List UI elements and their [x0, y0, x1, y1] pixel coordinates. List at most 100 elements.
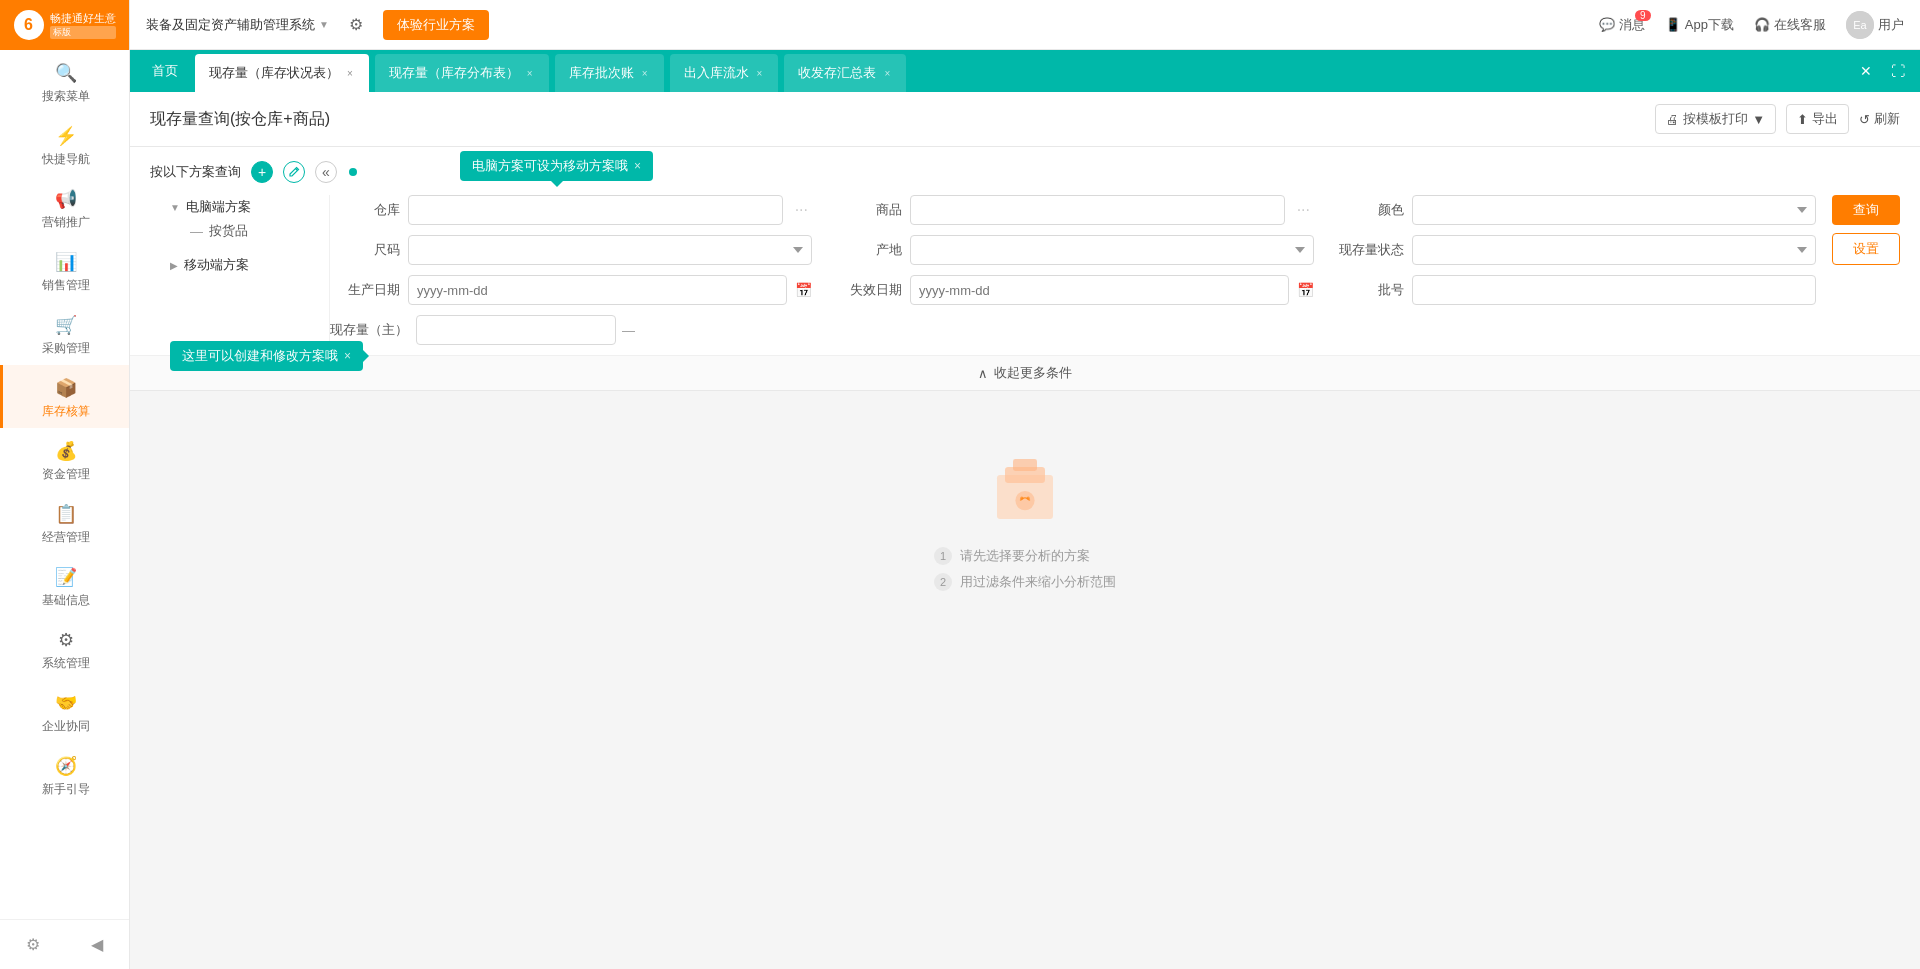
scheme-tooltip-close[interactable]: × [634, 159, 641, 173]
tab-label: 现存量（库存分布表） [389, 64, 519, 82]
sidebar-item-quick[interactable]: ⚡ 快捷导航 [0, 113, 129, 176]
system-dropdown-arrow: ▼ [319, 19, 329, 30]
system-title[interactable]: 装备及固定资产辅助管理系统 ▼ [146, 16, 329, 34]
app-download-btn[interactable]: 📱 App下载 [1665, 16, 1734, 34]
export-label: 导出 [1812, 110, 1838, 128]
system-settings-btn[interactable]: ⚙ [341, 10, 371, 40]
logo-icon: 6 [14, 10, 44, 40]
user-menu-btn[interactable]: Ea 用户 [1846, 11, 1904, 39]
refresh-btn[interactable]: ↺ 刷新 [1859, 110, 1900, 128]
online-service-label: 在线客服 [1774, 16, 1826, 34]
sidebar-item-system[interactable]: ⚙ 系统管理 [0, 617, 129, 680]
svg-rect-4 [1013, 459, 1037, 471]
edit-tooltip-close[interactable]: × [344, 349, 351, 363]
desktop-sub-item[interactable]: — 按货品 [190, 219, 319, 243]
search-btn[interactable]: 查询 [1832, 195, 1900, 225]
sidebar-item-operations[interactable]: 📋 经营管理 [0, 491, 129, 554]
warehouse-input[interactable] [408, 195, 783, 225]
size-select[interactable] [408, 235, 812, 265]
online-service-btn[interactable]: 🎧 在线客服 [1754, 16, 1826, 34]
sidebar-nav: 🔍 搜索菜单 ⚡ 快捷导航 📢 营销推广 📊 销售管理 🛒 采购管理 📦 库存核… [0, 50, 129, 919]
empty-tips: 1 请先选择要分析的方案 2 用过滤条件来缩小分析范围 [934, 547, 1116, 591]
sidebar-item-finance[interactable]: 💰 资金管理 [0, 428, 129, 491]
mfg-date-input[interactable] [408, 275, 787, 305]
sidebar-item-marketing[interactable]: 📢 营销推广 [0, 176, 129, 239]
tab-bar-right: ✕ ⛶ [1852, 50, 1912, 92]
filter-label: 按以下方案查询 [150, 163, 241, 181]
filter-expire-date: 失效日期 📅 [832, 275, 1314, 305]
inventory-icon: 📦 [55, 377, 77, 399]
print-icon: 🖨 [1666, 112, 1679, 127]
message-badge: 9 [1635, 10, 1651, 21]
tab-close-btn[interactable]: × [640, 68, 650, 79]
tab-close-btn[interactable]: × [525, 68, 535, 79]
tab-home[interactable]: 首页 [138, 50, 192, 92]
tab-batch[interactable]: 库存批次账 × [555, 54, 664, 92]
sidebar-item-label: 新手引导 [42, 781, 90, 798]
system-icon: ⚙ [58, 629, 74, 651]
sidebar-item-label: 资金管理 [42, 466, 90, 483]
filter-goods: 商品 ··· [832, 195, 1314, 225]
sidebar-item-guide[interactable]: 🧭 新手引导 [0, 743, 129, 806]
collapse-more-btn[interactable]: ∧ 收起更多条件 [130, 355, 1920, 390]
tab-close-btn[interactable]: × [882, 68, 892, 79]
filter-with-scheme: ▼ 电脑端方案 — 按货品 [150, 195, 1900, 345]
collapse-arrow: ∧ [978, 366, 988, 381]
warehouse-dots[interactable]: ··· [791, 201, 812, 219]
edit-scheme-btn[interactable] [283, 161, 305, 183]
tab-close-btn[interactable]: × [755, 68, 765, 79]
filter-batch: 批号 [1334, 275, 1816, 305]
mfg-date-calendar-icon[interactable]: 📅 [795, 282, 812, 298]
experience-btn[interactable]: 体验行业方案 [383, 10, 489, 40]
maximize-btn[interactable]: ⛶ [1884, 57, 1912, 85]
print-btn[interactable]: 🖨 按模板打印 ▼ [1655, 104, 1776, 134]
expire-date-calendar-icon[interactable]: 📅 [1297, 282, 1314, 298]
sidebar-item-enterprise[interactable]: 🤝 企业协同 [0, 680, 129, 743]
messages-btn[interactable]: 💬 消息 9 [1599, 16, 1645, 34]
mobile-scheme-item[interactable]: ▶ 移动端方案 [170, 253, 319, 277]
filter-top-row: 按以下方案查询 + « [150, 161, 1900, 183]
export-btn[interactable]: ⬆ 导出 [1786, 104, 1849, 134]
tab-inventory-dist[interactable]: 现存量（库存分布表） × [375, 54, 549, 92]
page-title: 现存量查询(按仓库+商品) [150, 109, 330, 142]
main-area: 装备及固定资产辅助管理系统 ▼ ⚙ 体验行业方案 💬 消息 9 📱 App下载 … [130, 0, 1920, 969]
sidebar-item-label: 搜索菜单 [42, 88, 90, 105]
reset-btn[interactable]: 设置 [1832, 233, 1900, 265]
batch-input[interactable] [1412, 275, 1816, 305]
sidebar-item-purchase[interactable]: 🛒 采购管理 [0, 302, 129, 365]
tip-num-1: 1 [934, 547, 952, 565]
origin-select[interactable] [910, 235, 1314, 265]
tab-label: 收发存汇总表 [798, 64, 876, 82]
color-select[interactable] [1412, 195, 1816, 225]
tab-inout-flow[interactable]: 出入库流水 × [670, 54, 779, 92]
stock-status-select[interactable] [1412, 235, 1816, 265]
mfg-date-label: 生产日期 [330, 281, 400, 299]
filter-row-1: 仓库 ··· 商品 ··· [330, 195, 1816, 225]
sidebar-item-sales[interactable]: 📊 销售管理 [0, 239, 129, 302]
goods-input[interactable] [910, 195, 1285, 225]
tab-bar: 首页 现存量（库存状况表） × 现存量（库存分布表） × 库存批次账 × 出入库… [130, 50, 1920, 92]
filter-size: 尺码 [330, 235, 812, 265]
tab-inventory-status[interactable]: 现存量（库存状况表） × [195, 54, 369, 92]
tab-close-btn[interactable]: × [345, 68, 355, 79]
empty-state: 1 请先选择要分析的方案 2 用过滤条件来缩小分析范围 [130, 391, 1920, 651]
sidebar-item-basic[interactable]: 📝 基础信息 [0, 554, 129, 617]
settings-bottom-btn[interactable]: ⚙ [21, 930, 45, 959]
close-all-tabs-btn[interactable]: ✕ [1852, 57, 1880, 85]
empty-tip-1: 1 请先选择要分析的方案 [934, 547, 1116, 565]
sidebar-item-search[interactable]: 🔍 搜索菜单 [0, 50, 129, 113]
sub-item-label: 按货品 [209, 222, 248, 240]
add-scheme-btn[interactable]: + [251, 161, 273, 183]
expire-date-input[interactable] [910, 275, 1289, 305]
sidebar-item-inventory[interactable]: 📦 库存核算 [0, 365, 129, 428]
filter-row-2: 尺码 产地 现存量状态 [330, 235, 1816, 265]
goods-dots[interactable]: ··· [1293, 201, 1314, 219]
sidebar-item-label: 系统管理 [42, 655, 90, 672]
desktop-scheme-item[interactable]: ▼ 电脑端方案 [170, 195, 319, 219]
collapse-sidebar-btn[interactable]: ◀ [86, 930, 108, 959]
stock-qty-from[interactable] [416, 315, 616, 345]
sidebar-item-label: 采购管理 [42, 340, 90, 357]
back-btn[interactable]: « [315, 161, 337, 183]
filter-stock-status: 现存量状态 [1334, 235, 1816, 265]
tab-receipt-summary[interactable]: 收发存汇总表 × [784, 54, 906, 92]
